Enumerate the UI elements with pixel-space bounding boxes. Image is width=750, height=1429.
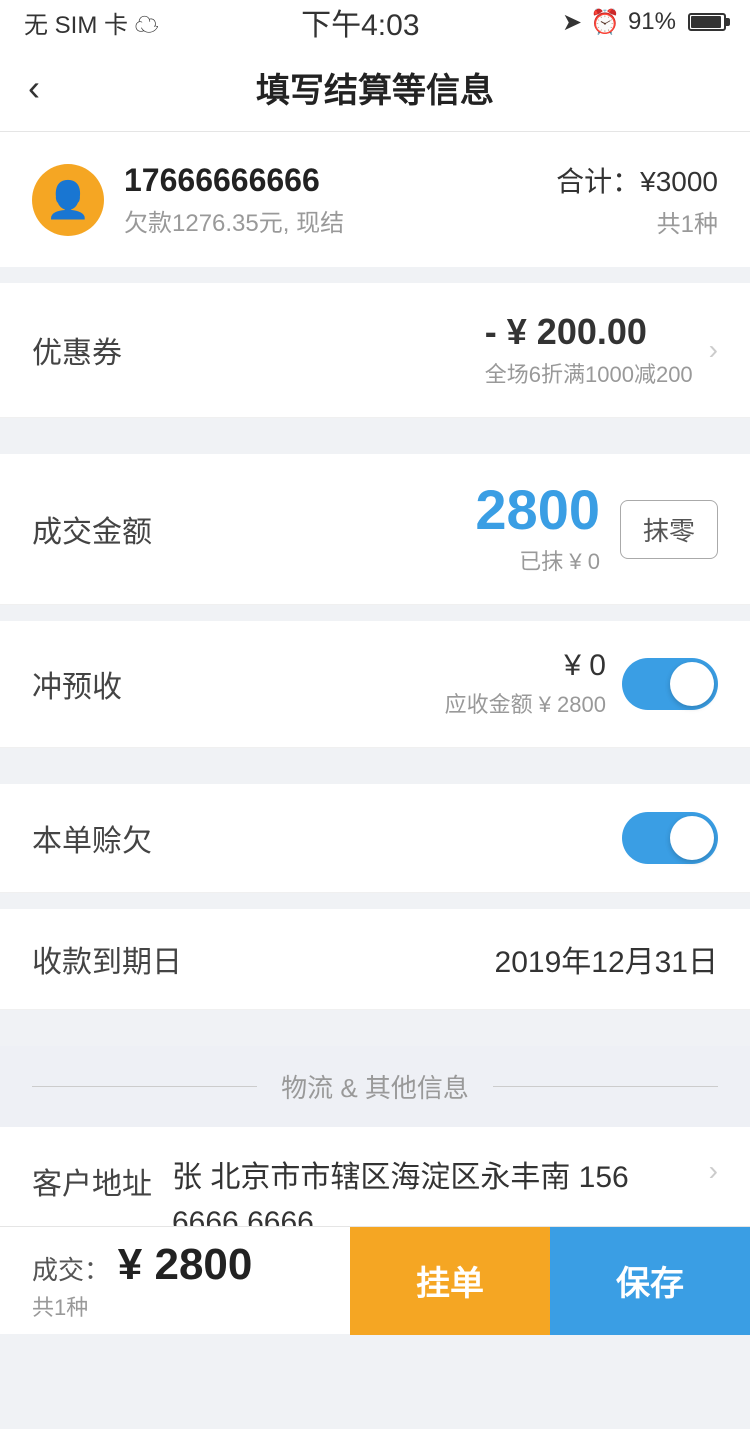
address-chevron-icon: › xyxy=(709,1155,718,1187)
coupon-row[interactable]: 优惠券 - ¥ 200.00 全场6折满1000减200 › xyxy=(0,283,750,418)
bottom-bar: 成交： ¥ 2800 共1种 挂单 保存 xyxy=(0,1226,750,1334)
status-left: 无 SIM 卡 ☁ xyxy=(24,5,159,40)
amount-label: 成交金额 xyxy=(32,507,152,551)
credit-toggle[interactable] xyxy=(622,812,718,864)
transaction-amount-row: 成交金额 2800 已抹 ¥ 0 抹零 xyxy=(0,454,750,605)
credit-toggle-knob xyxy=(670,816,714,860)
separator-1 xyxy=(0,434,750,454)
prepaid-row: 冲预收 ¥ 0 应收金额 ¥ 2800 xyxy=(0,621,750,748)
credit-label: 本单赊欠 xyxy=(32,816,152,860)
customer-sub: 欠款1276.35元, 现结 xyxy=(124,203,344,238)
discount-amount: - ¥ 200.00 xyxy=(485,311,693,353)
coupon-right: - ¥ 200.00 全场6折满1000减200 › xyxy=(485,311,718,389)
location-icon: ➤ xyxy=(562,8,582,37)
bottom-count: 共1种 xyxy=(32,1290,318,1322)
coupon-label: 优惠券 xyxy=(32,328,122,372)
customer-info-section: 👤 17666666666 欠款1276.35元, 现结 合计：¥3000 共1… xyxy=(0,132,750,267)
credit-row: 本单赊欠 xyxy=(0,784,750,893)
status-time: 下午4:03 xyxy=(301,0,419,44)
credit-right xyxy=(622,812,718,864)
address-label: 客户地址 xyxy=(32,1155,152,1203)
total-amount: 合计：¥3000 xyxy=(556,160,718,200)
logistics-divider: 物流 & 其他信息 xyxy=(0,1046,750,1127)
prepaid-right: ¥ 0 应收金额 ¥ 2800 xyxy=(445,649,718,719)
status-right: ➤ ⏰ 91% xyxy=(562,8,726,37)
toggle-knob xyxy=(670,662,714,706)
prepaid-label: 冲预收 xyxy=(32,662,122,706)
divider-line-left xyxy=(32,1086,257,1087)
save-button[interactable]: 保存 xyxy=(550,1227,750,1335)
nav-bar: ‹ 填写结算等信息 xyxy=(0,44,750,132)
item-count: 共1种 xyxy=(556,204,718,239)
prepaid-toggle[interactable] xyxy=(622,658,718,710)
prepaid-amount: ¥ 0 xyxy=(445,649,606,683)
separator-2 xyxy=(0,764,750,784)
customer-right: 合计：¥3000 共1种 xyxy=(556,160,718,239)
round-button[interactable]: 抹零 xyxy=(620,500,718,559)
back-button[interactable]: ‹ xyxy=(28,67,40,109)
bottom-total-amount: ¥ 2800 xyxy=(118,1240,253,1289)
due-date-label: 收款到期日 xyxy=(32,937,182,981)
bottom-summary: 成交： ¥ 2800 共1种 xyxy=(0,1240,350,1322)
amount-right: 2800 已抹 ¥ 0 抹零 xyxy=(475,482,718,576)
amount-sub: 已抹 ¥ 0 xyxy=(475,544,600,576)
coupon-detail: 全场6折满1000减200 xyxy=(485,357,693,389)
due-date-value: 2019年12月31日 xyxy=(495,937,718,981)
amount-number: 2800 xyxy=(475,482,600,538)
customer-left: 👤 17666666666 欠款1276.35元, 现结 xyxy=(32,162,344,238)
prepaid-sub: 应收金额 ¥ 2800 xyxy=(445,687,606,719)
customer-phone: 17666666666 xyxy=(124,162,344,199)
bottom-total-label: 成交： xyxy=(32,1255,110,1285)
divider-line-right xyxy=(493,1086,718,1087)
due-date-row: 收款到期日 2019年12月31日 xyxy=(0,909,750,1010)
clock-icon: ⏰ xyxy=(590,8,620,37)
status-bar: 无 SIM 卡 ☁ 下午4:03 ➤ ⏰ 91% xyxy=(0,0,750,44)
chevron-right-icon: › xyxy=(709,334,718,366)
battery-icon xyxy=(688,13,726,31)
battery-percent: 91% xyxy=(628,8,676,36)
divider-text: 物流 & 其他信息 xyxy=(281,1068,469,1105)
avatar: 👤 xyxy=(32,164,104,236)
bottom-total-row: 成交： ¥ 2800 xyxy=(32,1240,318,1290)
prepaid-info: ¥ 0 应收金额 ¥ 2800 xyxy=(445,649,606,719)
pending-button[interactable]: 挂单 xyxy=(350,1227,550,1335)
separator-3 xyxy=(0,1026,750,1046)
sim-status: 无 SIM 卡 ☁ xyxy=(24,5,159,40)
amount-info: 2800 已抹 ¥ 0 xyxy=(475,482,600,576)
customer-details: 17666666666 欠款1276.35元, 现结 xyxy=(124,162,344,238)
page-title: 填写结算等信息 xyxy=(256,63,494,112)
